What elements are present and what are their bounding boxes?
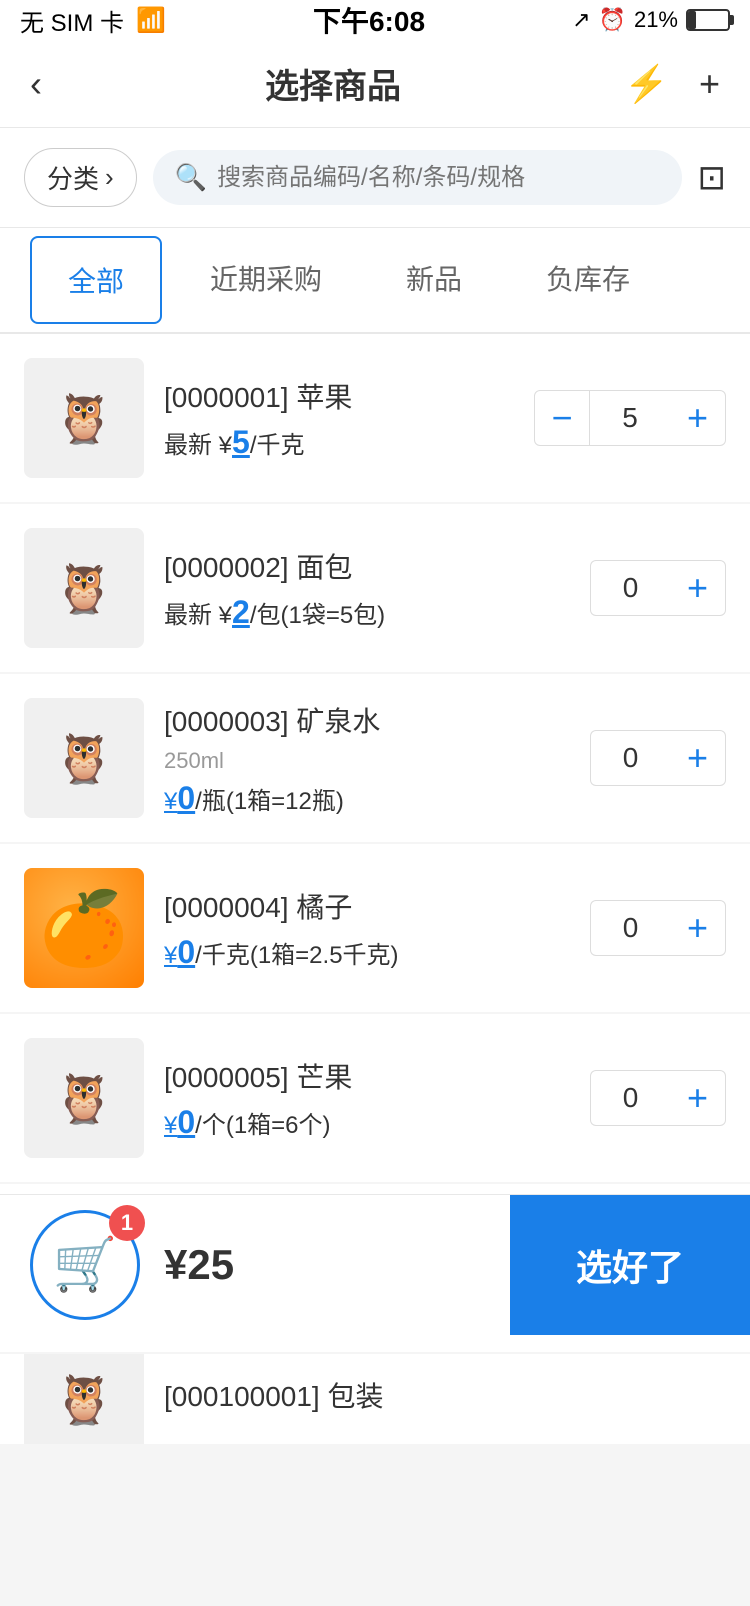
- product-image: 🦉: [24, 358, 144, 478]
- category-button[interactable]: 分类 ›: [24, 148, 137, 207]
- filter-icon[interactable]: ⚡: [624, 63, 669, 105]
- increase-button[interactable]: +: [670, 560, 726, 616]
- product-info: [0000005] 芒果 ¥0/个(1箱=6个): [164, 1056, 570, 1141]
- product-list: 🦉 [0000001] 苹果 最新 ¥5/千克 − + 🦉 [0000002] …: [0, 334, 750, 1606]
- category-arrow-icon: ›: [105, 162, 114, 193]
- tab-all[interactable]: 全部: [30, 236, 162, 324]
- back-button[interactable]: ‹: [30, 63, 42, 105]
- increase-button[interactable]: +: [670, 1070, 726, 1126]
- price-unit: /千克: [250, 432, 305, 459]
- add-icon[interactable]: +: [699, 63, 720, 105]
- search-input[interactable]: [217, 164, 659, 192]
- search-input-wrap: 🔍: [153, 150, 682, 205]
- search-area: 分类 › 🔍 ⊡: [0, 128, 750, 228]
- product-name: [0000001] 苹果: [164, 376, 514, 416]
- price-unit: /千克(1箱=2.5千克): [195, 942, 398, 969]
- list-item: 🦉 [0000001] 苹果 最新 ¥5/千克 − +: [0, 334, 750, 502]
- wifi-icon: 📶: [136, 6, 166, 35]
- confirm-button[interactable]: 选好了: [510, 1195, 750, 1335]
- quantity-input[interactable]: [590, 730, 670, 786]
- tab-recent[interactable]: 近期采购: [174, 236, 358, 324]
- nav-bar: ‹ 选择商品 ⚡ +: [0, 40, 750, 128]
- price-value: 2: [232, 594, 250, 630]
- quantity-control: +: [590, 900, 726, 956]
- product-spec: 250ml: [164, 748, 570, 774]
- quantity-input[interactable]: [590, 1070, 670, 1126]
- battery-text: 21%: [634, 7, 678, 33]
- product-info: [0000004] 橘子 ¥0/千克(1箱=2.5千克): [164, 886, 570, 971]
- list-item: 🦉 [000100001] 包装: [0, 1354, 750, 1444]
- quantity-input[interactable]: [590, 390, 670, 446]
- price-latest-label: 最新 ¥: [164, 602, 232, 629]
- list-item: 🦉 [0000005] 芒果 ¥0/个(1箱=6个) +: [0, 1014, 750, 1182]
- product-image-orange: [24, 868, 144, 988]
- price-unit: /瓶(1箱=12瓶): [195, 788, 344, 815]
- product-name: [000100001] 包装: [164, 1375, 726, 1415]
- price-value: 0: [177, 934, 195, 970]
- decrease-button[interactable]: −: [534, 390, 590, 446]
- placeholder-logo: 🦉: [54, 1070, 114, 1127]
- price-unit: /包(1袋=5包): [250, 602, 385, 629]
- list-item: 🦉 [0000002] 面包 最新 ¥2/包(1袋=5包) +: [0, 504, 750, 672]
- product-info: [0000002] 面包 最新 ¥2/包(1袋=5包): [164, 546, 570, 631]
- quantity-control: +: [590, 1070, 726, 1126]
- tabs-area: 全部 近期采购 新品 负库存: [0, 228, 750, 334]
- quantity-input[interactable]: [590, 560, 670, 616]
- product-name: [0000003] 矿泉水: [164, 700, 570, 740]
- placeholder-logo: 🦉: [54, 730, 114, 787]
- placeholder-logo: 🦉: [54, 390, 114, 447]
- bottom-bar: 🛒 1 ¥25 选好了: [0, 1194, 750, 1334]
- increase-button[interactable]: +: [670, 390, 726, 446]
- product-price: 最新 ¥2/包(1袋=5包): [164, 594, 570, 631]
- product-price: 最新 ¥5/千克: [164, 424, 514, 461]
- placeholder-logo: 🦉: [54, 560, 114, 617]
- tab-negative[interactable]: 负库存: [510, 236, 666, 324]
- carrier-text: 无 SIM 卡: [20, 3, 124, 38]
- status-right: ↗ ⏰ 21%: [572, 7, 730, 33]
- alarm-icon: ⏰: [599, 7, 626, 33]
- product-price: ¥0/千克(1箱=2.5千克): [164, 934, 570, 971]
- placeholder-logo: 🦉: [54, 1371, 114, 1428]
- cart-icon: 🛒: [53, 1234, 118, 1295]
- product-price: ¥0/个(1箱=6个): [164, 1104, 570, 1141]
- price-latest-label: 最新 ¥: [164, 432, 232, 459]
- product-image: 🦉: [24, 1038, 144, 1158]
- location-icon: ↗: [572, 7, 590, 33]
- list-item: [0000004] 橘子 ¥0/千克(1箱=2.5千克) +: [0, 844, 750, 1012]
- increase-button[interactable]: +: [670, 730, 726, 786]
- cart-button[interactable]: 🛒 1: [30, 1210, 140, 1320]
- search-icon: 🔍: [175, 162, 207, 193]
- cart-badge: 1: [109, 1205, 145, 1241]
- status-time: 下午6:08: [313, 0, 425, 40]
- category-label: 分类: [47, 159, 99, 196]
- product-info: [000100001] 包装: [164, 1375, 726, 1423]
- tab-new[interactable]: 新品: [370, 236, 498, 324]
- product-name: [0000004] 橘子: [164, 886, 570, 926]
- nav-actions: ⚡ +: [624, 63, 720, 105]
- status-left: 无 SIM 卡 📶: [20, 3, 166, 38]
- quantity-input[interactable]: [590, 900, 670, 956]
- quantity-control: +: [590, 560, 726, 616]
- product-price: ¥0/瓶(1箱=12瓶): [164, 780, 570, 817]
- product-name: [0000002] 面包: [164, 546, 570, 586]
- status-bar: 无 SIM 卡 📶 下午6:08 ↗ ⏰ 21%: [0, 0, 750, 40]
- total-price: ¥25: [164, 1241, 510, 1289]
- price-value: 0: [177, 780, 195, 816]
- list-item: 🦉 [0000003] 矿泉水 250ml ¥0/瓶(1箱=12瓶) +: [0, 674, 750, 842]
- product-image: 🦉: [24, 1354, 144, 1444]
- battery-icon: [686, 9, 730, 31]
- increase-button[interactable]: +: [670, 900, 726, 956]
- page-title: 选择商品: [265, 59, 401, 108]
- product-info: [0000003] 矿泉水 250ml ¥0/瓶(1箱=12瓶): [164, 700, 570, 817]
- price-value: 5: [232, 424, 250, 460]
- scan-icon[interactable]: ⊡: [698, 158, 727, 198]
- quantity-control: +: [590, 730, 726, 786]
- product-image: 🦉: [24, 528, 144, 648]
- price-unit: /个(1箱=6个): [195, 1112, 330, 1139]
- price-value: 0: [177, 1104, 195, 1140]
- product-image: 🦉: [24, 698, 144, 818]
- quantity-control: − +: [534, 390, 726, 446]
- product-info: [0000001] 苹果 最新 ¥5/千克: [164, 376, 514, 461]
- product-name: [0000005] 芒果: [164, 1056, 570, 1096]
